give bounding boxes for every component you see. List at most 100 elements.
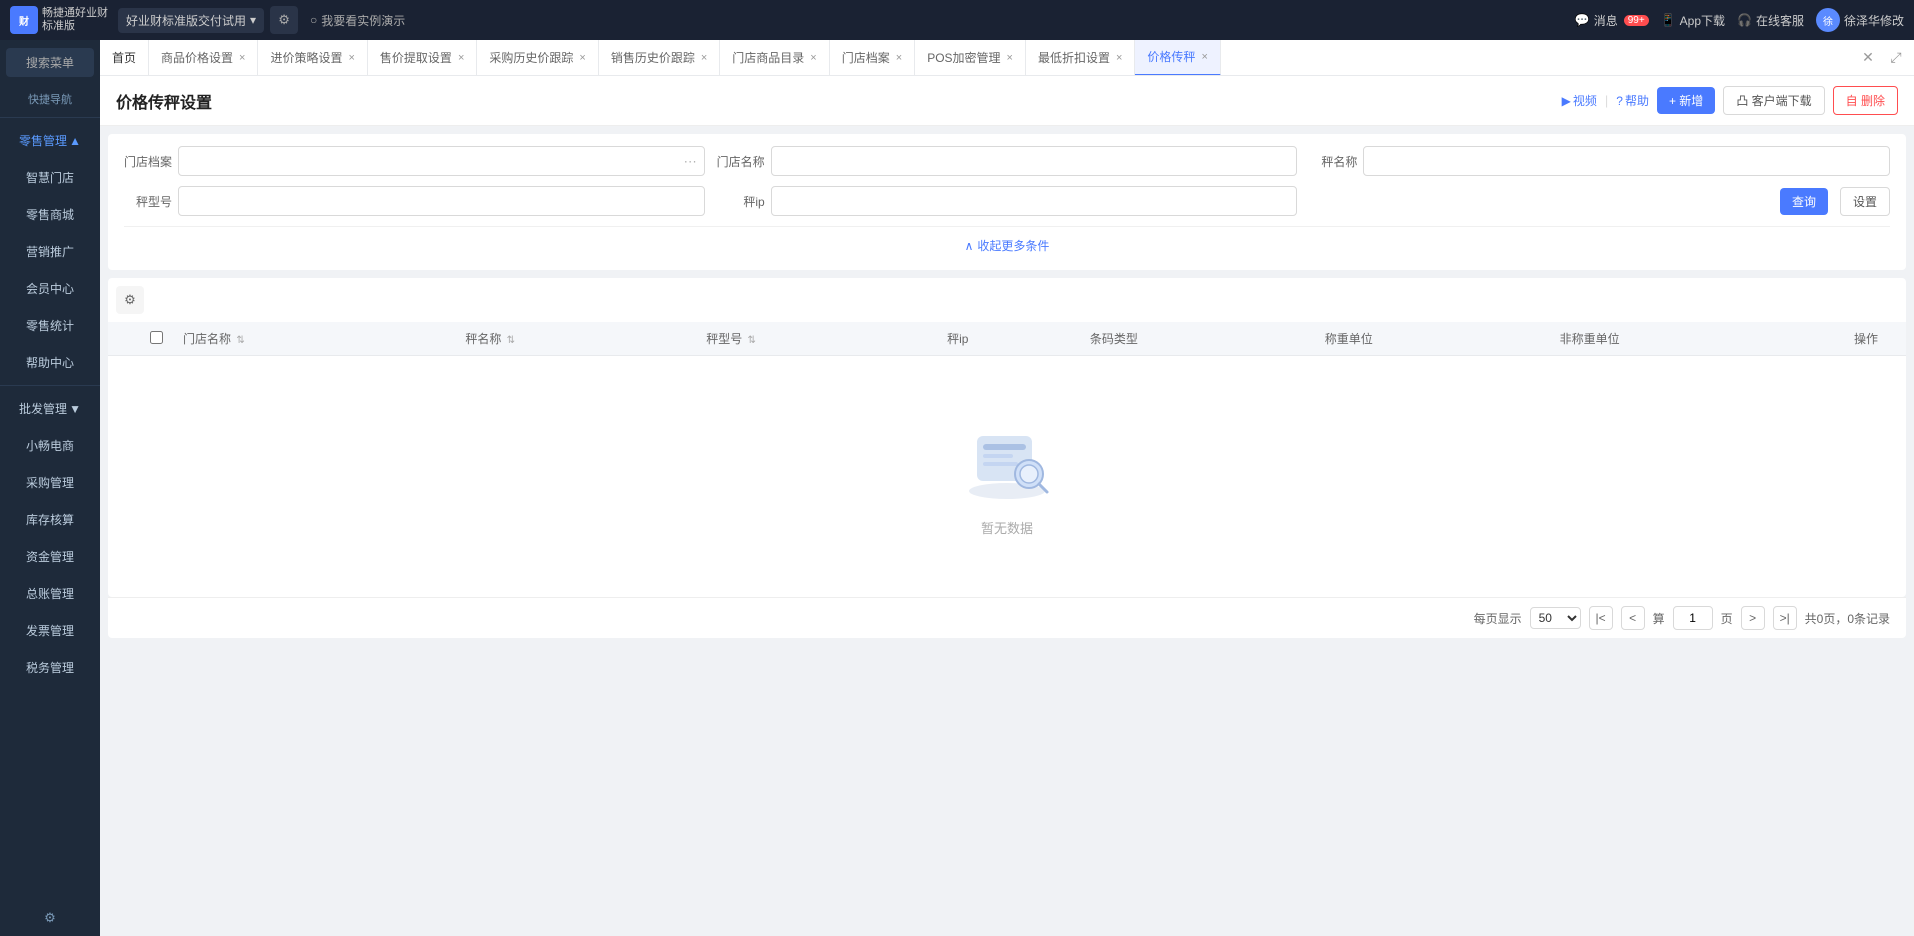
- sidebar-item-marketing[interactable]: 营销推广: [0, 233, 100, 270]
- collapse-button[interactable]: ∧ 收起更多条件: [957, 233, 1058, 258]
- scale-name-input[interactable]: [1363, 146, 1890, 176]
- page-number-input[interactable]: [1673, 606, 1713, 630]
- sidebar-item-general-ledger[interactable]: 总账管理: [0, 575, 100, 612]
- ellipsis-icon[interactable]: ···: [684, 154, 697, 169]
- tab-close-purchase-history[interactable]: ×: [579, 52, 585, 64]
- sidebar-item-label: 发票管理: [26, 622, 74, 639]
- demo-link[interactable]: ○ 我要看实例演示: [310, 12, 405, 29]
- page-label: 算: [1653, 610, 1665, 627]
- tab-price-scale[interactable]: 价格传秤 ×: [1135, 40, 1220, 76]
- main-layout: 搜索菜单 快捷导航 零售管理 ▲ 智慧门店 零售商城 营销推广 会员中心 零售统…: [0, 40, 1914, 936]
- sidebar-item-help-center[interactable]: 帮助中心: [0, 344, 100, 381]
- sidebar-item-label: 零售管理: [19, 132, 67, 149]
- tab-close-price-scale[interactable]: ×: [1201, 51, 1207, 63]
- video-link[interactable]: ▶ 视频: [1562, 92, 1597, 109]
- tab-close-all-button[interactable]: ✕: [1856, 46, 1880, 70]
- scale-model-input[interactable]: [178, 186, 705, 216]
- store-name-input[interactable]: [771, 146, 1298, 176]
- sidebar-divider-2: [0, 385, 100, 386]
- sidebar-divider-1: [0, 117, 100, 118]
- scale-model-field: 秤型号: [124, 186, 705, 216]
- empty-state: 暂无数据: [108, 356, 1906, 597]
- sidebar-settings-button[interactable]: ⚙: [0, 900, 100, 936]
- tab-close-store-catalog[interactable]: ×: [810, 52, 816, 64]
- action-field: 查询 设置: [1309, 187, 1890, 216]
- tab-close-pos-mgmt[interactable]: ×: [1007, 52, 1013, 64]
- store-file-input[interactable]: [178, 146, 705, 176]
- user-item[interactable]: 徐 徐泽华修改: [1816, 8, 1904, 32]
- sidebar-item-finance[interactable]: 资金管理: [0, 538, 100, 575]
- store-file-label: 门店档案: [124, 153, 172, 170]
- sidebar-item-invoice-mgmt[interactable]: 发票管理: [0, 612, 100, 649]
- search-menu-button[interactable]: 搜索菜单: [6, 48, 94, 77]
- logo-icon: 财: [10, 6, 38, 34]
- add-button[interactable]: + 新增: [1657, 87, 1715, 114]
- sidebar-item-label: 零售商城: [26, 206, 74, 223]
- sidebar-item-smart-store[interactable]: 智慧门店: [0, 159, 100, 196]
- tab-store-catalog[interactable]: 门店商品目录 ×: [720, 40, 829, 76]
- tab-purchase-history[interactable]: 采购历史价跟踪 ×: [477, 40, 598, 76]
- tab-advance-strategy[interactable]: 进价策略设置 ×: [258, 40, 367, 76]
- tab-close-price-settings[interactable]: ×: [239, 52, 245, 64]
- delete-button[interactable]: 自 删除: [1833, 86, 1898, 115]
- settings-query-button[interactable]: 设置: [1840, 187, 1890, 216]
- sort-store-name-icon[interactable]: ⇅: [236, 335, 244, 346]
- message-item[interactable]: 💬 消息 99+: [1575, 12, 1649, 29]
- tab-close-store-file[interactable]: ×: [896, 52, 902, 64]
- sidebar-item-xiaochangec[interactable]: 小畅电商: [0, 427, 100, 464]
- version-selector[interactable]: 好业财标准版交付试用 ▾: [118, 8, 264, 33]
- th-operation: 操作: [1826, 322, 1906, 356]
- video-icon: ▶: [1562, 94, 1571, 108]
- tab-price-settings[interactable]: 商品价格设置 ×: [149, 40, 258, 76]
- tab-min-discount[interactable]: 最低折扣设置 ×: [1026, 40, 1135, 76]
- last-page-button[interactable]: >|: [1773, 606, 1797, 630]
- scale-model-label: 秤型号: [124, 193, 172, 210]
- tab-home[interactable]: 首页: [100, 40, 149, 76]
- sort-scale-model-icon[interactable]: ⇅: [748, 335, 756, 346]
- scale-ip-input[interactable]: [771, 186, 1298, 216]
- th-non-weight-unit: 非称重单位: [1550, 322, 1826, 356]
- per-page-select[interactable]: 50 20 100: [1530, 607, 1581, 629]
- first-page-button[interactable]: |<: [1589, 606, 1613, 630]
- version-settings-button[interactable]: ⚙: [270, 6, 298, 34]
- sort-scale-name-icon[interactable]: ⇅: [507, 335, 515, 346]
- help-icon: ?: [1616, 94, 1623, 108]
- prev-page-button[interactable]: <: [1621, 606, 1645, 630]
- sidebar-item-retail-mgmt[interactable]: 零售管理 ▲: [0, 122, 100, 159]
- tab-close-sales-history[interactable]: ×: [701, 52, 707, 64]
- sidebar-nav-label[interactable]: 快捷导航: [0, 85, 100, 113]
- client-download-button[interactable]: 凸 客户端下载: [1723, 86, 1824, 115]
- th-scale-ip: 秤ip: [937, 322, 1080, 356]
- sidebar-item-label: 采购管理: [26, 474, 74, 491]
- tab-sales-history[interactable]: 销售历史价跟踪 ×: [599, 40, 720, 76]
- sidebar-item-retail-mall[interactable]: 零售商城: [0, 196, 100, 233]
- tab-sale-price[interactable]: 售价提取设置 ×: [368, 40, 477, 76]
- sidebar-item-member[interactable]: 会员中心: [0, 270, 100, 307]
- service-icon: 🎧: [1737, 13, 1752, 27]
- sidebar-item-label: 智慧门店: [26, 169, 74, 186]
- sidebar-search-area: 搜索菜单: [0, 40, 100, 85]
- tab-expand-button[interactable]: ⤢: [1884, 46, 1908, 70]
- store-name-label: 门店名称: [717, 153, 765, 170]
- tab-close-advance-strategy[interactable]: ×: [348, 52, 354, 64]
- select-all-checkbox[interactable]: [150, 331, 163, 344]
- tab-pos-mgmt[interactable]: POS加密管理 ×: [915, 40, 1026, 76]
- query-button[interactable]: 查询: [1780, 188, 1828, 215]
- sidebar-item-purchase-mgmt[interactable]: 采购管理: [0, 464, 100, 501]
- sidebar-item-tax-mgmt[interactable]: 税务管理: [0, 649, 100, 686]
- app-download-item[interactable]: 📱 App下载: [1661, 12, 1725, 29]
- online-service-item[interactable]: 🎧 在线客服: [1737, 12, 1804, 29]
- next-page-button[interactable]: >: [1741, 606, 1765, 630]
- play-icon: ○: [310, 13, 317, 27]
- sidebar-item-wholesale-mgmt[interactable]: 批发管理 ▼: [0, 390, 100, 427]
- help-link[interactable]: ? 帮助: [1616, 92, 1649, 109]
- table-column-settings-button[interactable]: ⚙: [116, 286, 144, 314]
- tab-store-file[interactable]: 门店档案 ×: [830, 40, 915, 76]
- scale-name-field: 秤名称: [1309, 146, 1890, 176]
- sidebar-item-retail-stats[interactable]: 零售统计: [0, 307, 100, 344]
- total-label: 共0页，0条记录: [1805, 610, 1890, 627]
- tab-close-sale-price[interactable]: ×: [458, 52, 464, 64]
- tab-close-min-discount[interactable]: ×: [1116, 52, 1122, 64]
- sidebar-item-label: 税务管理: [26, 659, 74, 676]
- sidebar-item-inventory[interactable]: 库存核算: [0, 501, 100, 538]
